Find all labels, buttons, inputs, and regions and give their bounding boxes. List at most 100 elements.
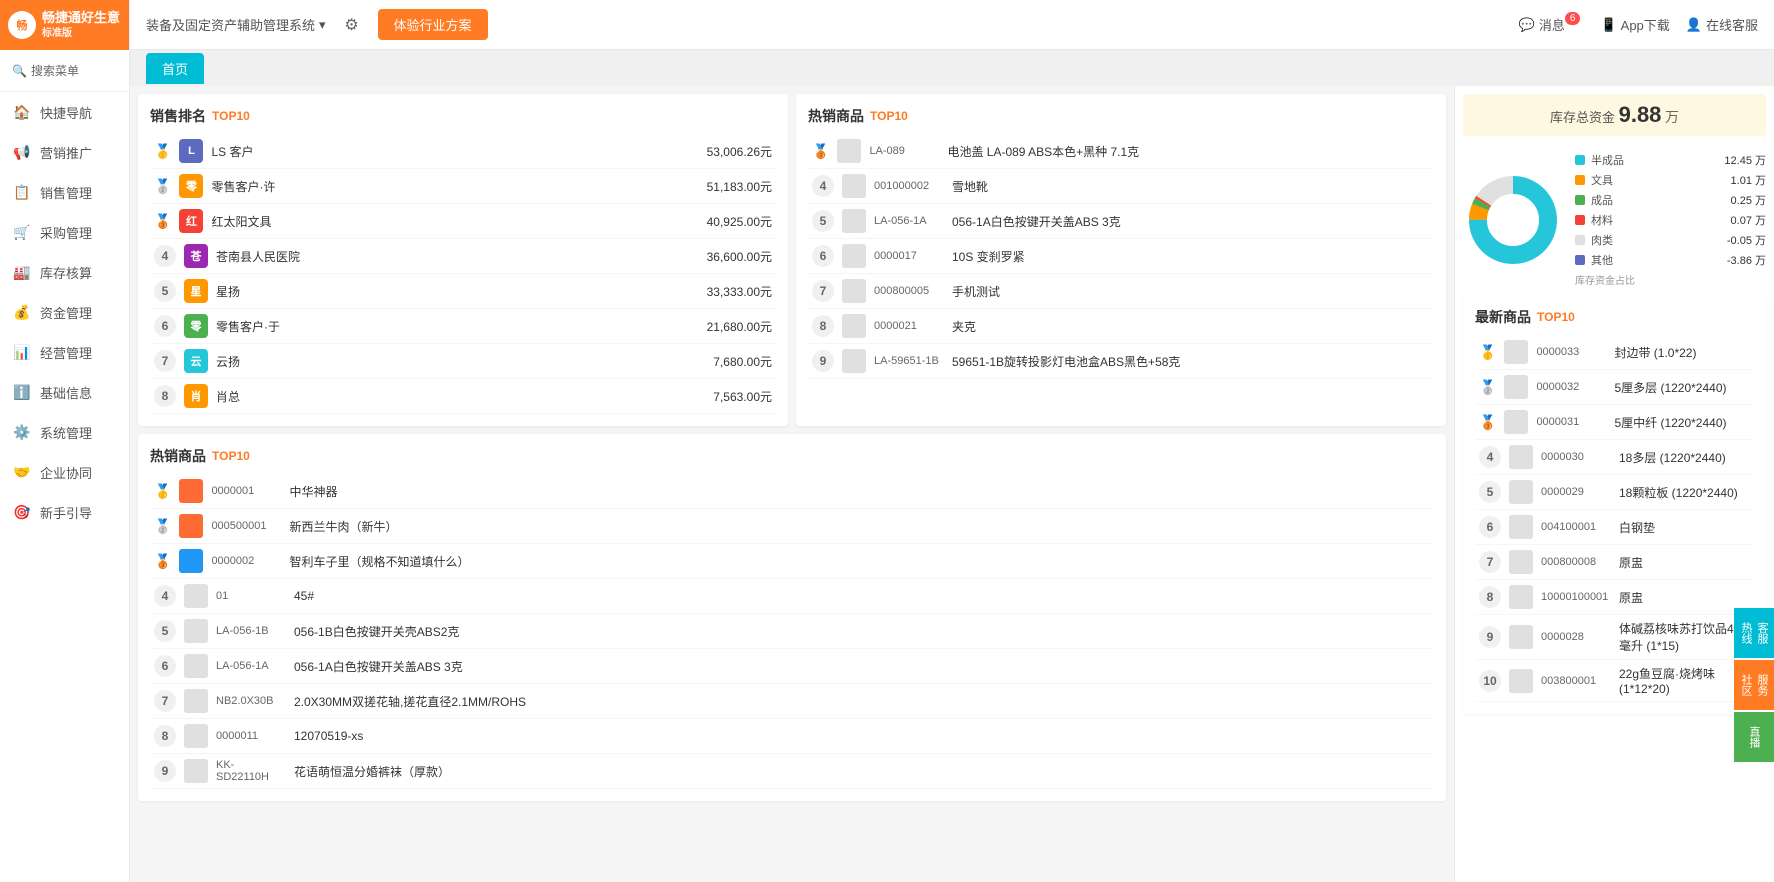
content-right: 库存总资金 9.88 万 bbox=[1454, 86, 1774, 882]
product-name: 电池盖 LA-089 ABS本色+黑种 7.1克 bbox=[947, 143, 1430, 160]
product-name: 2.0X30MM双搓花轴,搓花直径2.1MM/ROHS bbox=[294, 693, 1430, 710]
rank-num: 7 bbox=[1479, 551, 1501, 573]
sidebar-search[interactable]: 🔍 搜索菜单 bbox=[0, 50, 129, 92]
product-name: 10S 变刹罗紧 bbox=[952, 248, 1430, 265]
table-row: 7 云 云扬 7,680.00元 bbox=[150, 344, 776, 379]
product-code: LA-056-1B bbox=[216, 625, 286, 637]
legend-dot-material bbox=[1575, 215, 1585, 225]
hot-products-main-badge: TOP10 bbox=[212, 449, 250, 463]
hot-products-ranking-badge: TOP10 bbox=[870, 109, 908, 123]
nav-item-sales[interactable]: 📋 销售管理 bbox=[0, 172, 129, 212]
product-image bbox=[184, 759, 208, 783]
rank-num: 4 bbox=[1479, 446, 1501, 468]
legend-name: 肉类 bbox=[1591, 232, 1721, 248]
product-code: LA-056-1A bbox=[874, 215, 944, 227]
product-image bbox=[1509, 550, 1533, 574]
nav-label-inventory: 库存核算 bbox=[40, 263, 92, 282]
sidebar-logo-text: 畅捷通好生意 标准版 bbox=[42, 10, 120, 40]
nav-label-marketing: 营销推广 bbox=[40, 143, 92, 162]
donut-chart bbox=[1463, 170, 1563, 270]
rank-num: 7 bbox=[812, 280, 834, 302]
purchase-icon: 🛒 bbox=[12, 222, 32, 242]
nav-label-home: 快捷导航 bbox=[40, 103, 92, 122]
base-info-icon: ℹ️ bbox=[12, 382, 32, 402]
table-row: 6 004100001 白钢垫 bbox=[1475, 510, 1754, 545]
nav-item-home[interactable]: 🏠 快捷导航 bbox=[0, 92, 129, 132]
table-row: 🥇 0000001 中华神器 bbox=[150, 474, 1434, 509]
medal-gold-icon: 🥇 bbox=[154, 143, 171, 160]
customer-name: 星扬 bbox=[216, 283, 699, 300]
search-icon: 🔍 bbox=[12, 64, 27, 78]
settings-btn[interactable]: ⚙ bbox=[338, 11, 366, 39]
product-name: 夹克 bbox=[952, 318, 1430, 335]
nav-item-purchase[interactable]: 🛒 采购管理 bbox=[0, 212, 129, 252]
product-code: 001000002 bbox=[874, 180, 944, 192]
table-row: 🥈 000500001 新西兰牛肉（新牛） bbox=[150, 509, 1434, 544]
app-download-btn[interactable]: 📱 App下载 bbox=[1600, 15, 1669, 34]
topbar-right: 💬 消息 6 📱 App下载 👤 在线客服 bbox=[1519, 15, 1758, 34]
product-image bbox=[179, 514, 203, 538]
product-code: 0000011 bbox=[216, 730, 286, 742]
nav-item-operations[interactable]: 📊 经营管理 bbox=[0, 332, 129, 372]
product-image bbox=[1509, 625, 1533, 649]
float-btn-live[interactable]: 直播 bbox=[1734, 712, 1774, 762]
rank-num: 4 bbox=[154, 585, 176, 607]
operations-icon: 📊 bbox=[12, 342, 32, 362]
product-name: 原盅 bbox=[1619, 554, 1750, 571]
product-name: 056-1A白色按键开关盖ABS 3克 bbox=[952, 213, 1430, 230]
tab-home[interactable]: 首页 bbox=[146, 53, 204, 84]
search-menu-btn[interactable]: 🔍 搜索菜单 bbox=[8, 58, 121, 83]
guide-icon: 🎯 bbox=[12, 502, 32, 522]
rank-num: 8 bbox=[812, 315, 834, 337]
table-row: 5 0000029 18颗粒板 (1220*2440) bbox=[1475, 475, 1754, 510]
medal-bronze-icon: 🥉 bbox=[154, 213, 171, 230]
finance-icon: 💰 bbox=[12, 302, 32, 322]
nav-item-finance[interactable]: 💰 资金管理 bbox=[0, 292, 129, 332]
system-title-selector[interactable]: 装备及固定资产辅助管理系统 ▾ bbox=[146, 15, 326, 34]
nav-label-finance: 资金管理 bbox=[40, 303, 92, 322]
legend-dot-other bbox=[1575, 255, 1585, 265]
nav-item-guide[interactable]: 🎯 新手引导 bbox=[0, 492, 129, 532]
hot-products-ranking-label: 热销商品 bbox=[808, 106, 864, 126]
float-btn-community[interactable]: 服务社区 bbox=[1734, 660, 1774, 710]
rank-num: 5 bbox=[812, 210, 834, 232]
product-name: 5厘中纤 (1220*2440) bbox=[1614, 414, 1750, 431]
nav-label-cooperation: 企业协同 bbox=[40, 463, 92, 482]
legend-item: 成品 0.25 万 bbox=[1575, 192, 1766, 208]
online-service-btn[interactable]: 👤 在线客服 bbox=[1686, 15, 1758, 34]
avatar: L bbox=[179, 139, 203, 163]
messages-btn[interactable]: 💬 消息 6 bbox=[1519, 15, 1585, 34]
nav-item-base-info[interactable]: ℹ️ 基础信息 bbox=[0, 372, 129, 412]
product-code: 0000029 bbox=[1541, 486, 1611, 498]
avatar: 肖 bbox=[184, 384, 208, 408]
product-image bbox=[184, 584, 208, 608]
table-row: 4 01 45# bbox=[150, 579, 1434, 614]
nav-item-marketing[interactable]: 📢 营销推广 bbox=[0, 132, 129, 172]
table-row: 9 KK-SD22110H 花语萌恒温分婚裤袜（厚款） bbox=[150, 754, 1434, 789]
table-row: 4 001000002 雪地靴 bbox=[808, 169, 1434, 204]
app-sub: 标准版 bbox=[42, 27, 120, 40]
medal-bronze-icon: 🥉 bbox=[812, 143, 829, 160]
nav-label-base-info: 基础信息 bbox=[40, 383, 92, 402]
product-name: 体碱荔核味苏打饮品400毫升 (1*15) bbox=[1619, 620, 1750, 654]
product-code: KK-SD22110H bbox=[216, 759, 286, 783]
rank-num: 5 bbox=[154, 280, 176, 302]
rank-num: 4 bbox=[154, 245, 176, 267]
product-name: 原盅 bbox=[1619, 589, 1750, 606]
try-btn[interactable]: 体验行业方案 bbox=[378, 9, 488, 40]
legend-item: 肉类 -0.05 万 bbox=[1575, 232, 1766, 248]
legend-dot-semifinished bbox=[1575, 155, 1585, 165]
medal-silver-icon: 🥈 bbox=[154, 178, 171, 195]
rank-num: 9 bbox=[154, 760, 176, 782]
inventory-value: 9.88 bbox=[1619, 102, 1662, 127]
product-image bbox=[842, 314, 866, 338]
table-row: 9 0000028 体碱荔核味苏打饮品400毫升 (1*15) bbox=[1475, 615, 1754, 660]
nav-item-system[interactable]: ⚙️ 系统管理 bbox=[0, 412, 129, 452]
float-btn-service[interactable]: 客服热线 bbox=[1734, 608, 1774, 658]
nav-item-cooperation[interactable]: 🤝 企业协同 bbox=[0, 452, 129, 492]
rank-num: 7 bbox=[154, 350, 176, 372]
nav-item-inventory[interactable]: 🏭 库存核算 bbox=[0, 252, 129, 292]
cooperation-icon: 🤝 bbox=[12, 462, 32, 482]
product-image bbox=[1509, 515, 1533, 539]
product-name: 智利车子里（规格不知道填什么） bbox=[289, 553, 1430, 570]
